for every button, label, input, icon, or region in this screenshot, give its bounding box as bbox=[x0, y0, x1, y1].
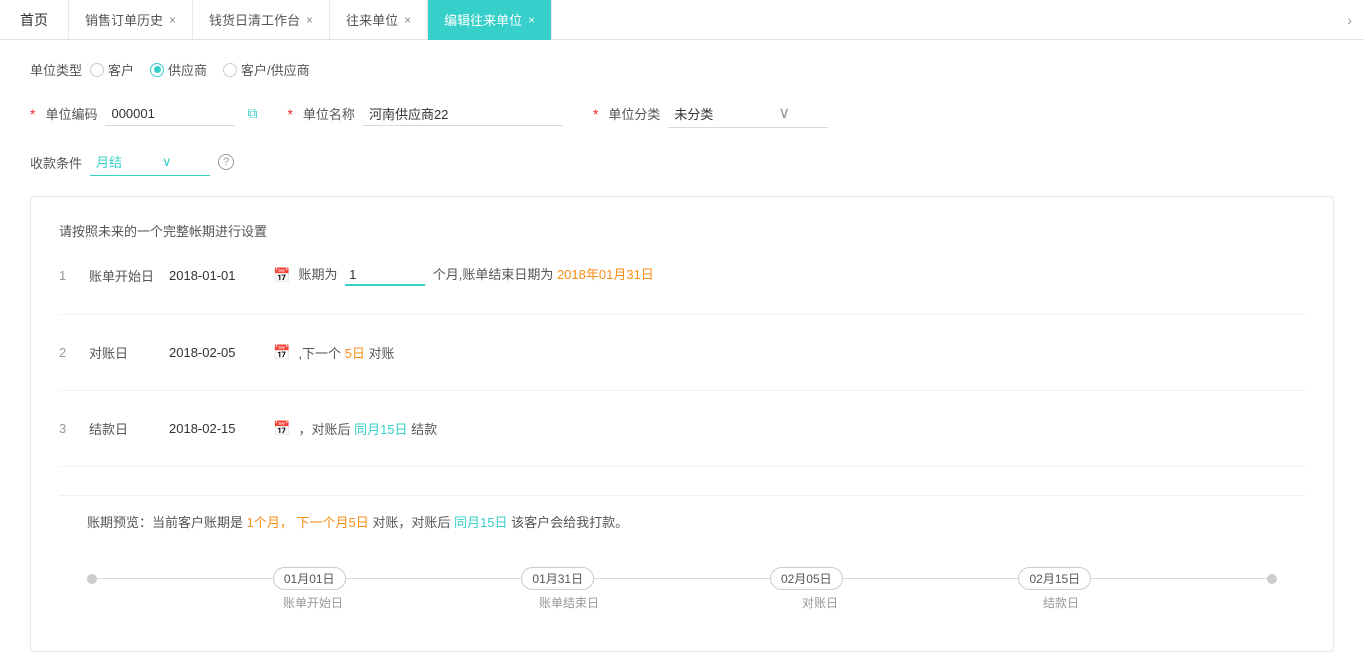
timeline-pill-2: 01月31日 bbox=[521, 567, 594, 590]
preview-section: 账期预览：当前客户账期是 1个月， 下一个月5日 对账，对账后 同月15日 该客… bbox=[59, 495, 1305, 547]
card-instruction: 请按照未来的一个完整帐期进行设置 bbox=[59, 221, 1305, 240]
period-card: 请按照未来的一个完整帐期进行设置 1 账单开始日 2018-01-01 📅 账期… bbox=[30, 196, 1334, 652]
period-payment-highlight: 同月15日 bbox=[354, 422, 407, 437]
calendar-icon-2[interactable]: 📅 bbox=[273, 344, 290, 361]
period-date-1: 2018-01-01 bbox=[169, 268, 269, 283]
period-date-3: 2018-02-15 bbox=[169, 421, 269, 436]
period-reconcile-highlight: 5日 bbox=[345, 346, 365, 361]
category-chevron-icon: ∨ bbox=[778, 103, 822, 123]
tab-bar: 首页 销售订单历史 × 钱货日清工作台 × 往来单位 × 编辑往来单位 × › bbox=[0, 0, 1364, 40]
month-input[interactable] bbox=[345, 265, 425, 286]
timeline-seg-4 bbox=[1091, 578, 1267, 579]
period-label-1: 账单开始日 bbox=[89, 266, 169, 285]
timeline-label-2: 账单结束日 bbox=[529, 594, 609, 611]
payment-row: 收款条件 月结 ∨ ? bbox=[30, 148, 1334, 176]
period-desc-1: 账期为 个月,账单结束日期为 2018年01月31日 bbox=[298, 264, 653, 286]
preview-text: 账期预览：当前客户账期是 1个月， 下一个月5日 对账，对账后 同月15日 该客… bbox=[87, 515, 628, 530]
period-row-1: 1 账单开始日 2018-01-01 📅 账期为 个月,账单结束日期为 2018… bbox=[59, 264, 1305, 315]
timeline-seg-0 bbox=[97, 578, 273, 579]
timeline-pill-1: 01月01日 bbox=[273, 567, 346, 590]
close-cash-work[interactable]: × bbox=[306, 13, 313, 27]
period-date-2: 2018-02-05 bbox=[169, 345, 269, 360]
timeline-node-2: 01月31日 bbox=[521, 567, 594, 590]
timeline-label-4: 结款日 bbox=[1031, 594, 1091, 611]
payment-label: 收款条件 bbox=[30, 153, 82, 172]
info-row: * 单位编码 ⧉ * 单位名称 * 单位分类 未分类 ∨ bbox=[30, 99, 1334, 128]
close-partner[interactable]: × bbox=[404, 13, 411, 27]
radio-circle-supplier bbox=[150, 63, 164, 77]
category-label: 单位分类 bbox=[608, 104, 660, 123]
unit-type-row: 单位类型 客户 供应商 客户/供应商 bbox=[30, 60, 1334, 79]
timeline-label-3: 对账日 bbox=[785, 594, 855, 611]
payment-select[interactable]: 月结 ∨ bbox=[90, 148, 210, 176]
period-label-3: 结款日 bbox=[89, 419, 169, 438]
preview-reconcile-date: 下一个月5日 bbox=[297, 515, 369, 530]
category-group: * 单位分类 未分类 ∨ bbox=[593, 99, 828, 128]
timeline-section: 01月01日 01月31日 02月05日 02月15日 bbox=[59, 547, 1305, 627]
radio-circle-customer bbox=[90, 63, 104, 77]
tab-sales-history[interactable]: 销售订单历史 × bbox=[69, 0, 193, 40]
period-label-2: 对账日 bbox=[89, 343, 169, 362]
timeline-node-1: 01月01日 bbox=[273, 567, 346, 590]
timeline-seg-3 bbox=[843, 578, 1019, 579]
timeline-node-4: 02月15日 bbox=[1018, 567, 1091, 590]
period-desc-3: ，对账后 同月15日 结款 bbox=[298, 419, 437, 438]
timeline-seg-2 bbox=[594, 578, 770, 579]
payment-group: 收款条件 月结 ∨ ? bbox=[30, 148, 234, 176]
preview-payment-date: 同月15日 bbox=[454, 515, 507, 530]
tab-edit-partner[interactable]: 编辑往来单位 × bbox=[428, 0, 552, 40]
timeline-label-1: 账单开始日 bbox=[273, 594, 353, 611]
radio-supplier[interactable]: 供应商 bbox=[150, 60, 207, 79]
period-row-3: 3 结款日 2018-02-15 📅 ，对账后 同月15日 结款 bbox=[59, 419, 1305, 467]
period-num-3: 3 bbox=[59, 421, 89, 436]
tab-partner[interactable]: 往来单位 × bbox=[330, 0, 428, 40]
name-input[interactable] bbox=[363, 102, 563, 126]
main-content: 单位类型 客户 供应商 客户/供应商 * 单位编码 bbox=[0, 40, 1364, 672]
period-row-2: 2 对账日 2018-02-05 📅 ,下一个 5日 对账 bbox=[59, 343, 1305, 391]
code-group: * 单位编码 ⧉ bbox=[30, 102, 257, 126]
preview-months: 1个月， bbox=[247, 515, 293, 530]
timeline-end-dot bbox=[1267, 574, 1277, 584]
calendar-icon-1[interactable]: 📅 bbox=[273, 267, 290, 284]
payment-chevron-icon: ∨ bbox=[162, 154, 172, 170]
payment-help-icon[interactable]: ? bbox=[218, 154, 234, 170]
radio-circle-both bbox=[223, 63, 237, 77]
radio-both[interactable]: 客户/供应商 bbox=[223, 60, 310, 79]
timeline-node-3: 02月05日 bbox=[770, 567, 843, 590]
tab-home[interactable]: 首页 bbox=[0, 0, 69, 40]
timeline-start-dot bbox=[87, 574, 97, 584]
code-label: 单位编码 bbox=[45, 104, 97, 123]
timeline-pill-3: 02月05日 bbox=[770, 567, 843, 590]
unit-type-label: 单位类型 bbox=[30, 60, 82, 79]
period-end-date: 2018年01月31日 bbox=[557, 267, 654, 282]
copy-icon[interactable]: ⧉ bbox=[247, 105, 257, 122]
period-num-1: 1 bbox=[59, 268, 89, 283]
close-sales-history[interactable]: × bbox=[169, 13, 176, 27]
close-edit-partner[interactable]: × bbox=[528, 13, 535, 27]
timeline-labels: 账单开始日 账单结束日 对账日 结款日 bbox=[87, 594, 1277, 611]
code-input[interactable] bbox=[105, 102, 235, 126]
category-select[interactable]: 未分类 ∨ bbox=[668, 99, 828, 128]
timeline-track: 01月01日 01月31日 02月05日 02月15日 bbox=[87, 567, 1277, 590]
calendar-icon-3[interactable]: 📅 bbox=[273, 420, 290, 437]
unit-type-group: 单位类型 客户 供应商 客户/供应商 bbox=[30, 60, 310, 79]
name-group: * 单位名称 bbox=[287, 102, 562, 126]
timeline-seg-1 bbox=[346, 578, 522, 579]
radio-customer[interactable]: 客户 bbox=[90, 60, 134, 79]
timeline-pill-4: 02月15日 bbox=[1018, 567, 1091, 590]
period-desc-2: ,下一个 5日 对账 bbox=[298, 343, 394, 362]
unit-type-radios: 客户 供应商 客户/供应商 bbox=[90, 60, 310, 79]
tab-scroll-arrow[interactable]: › bbox=[1335, 12, 1364, 28]
period-num-2: 2 bbox=[59, 345, 89, 360]
name-label: 单位名称 bbox=[303, 104, 355, 123]
tab-cash-work[interactable]: 钱货日清工作台 × bbox=[193, 0, 330, 40]
